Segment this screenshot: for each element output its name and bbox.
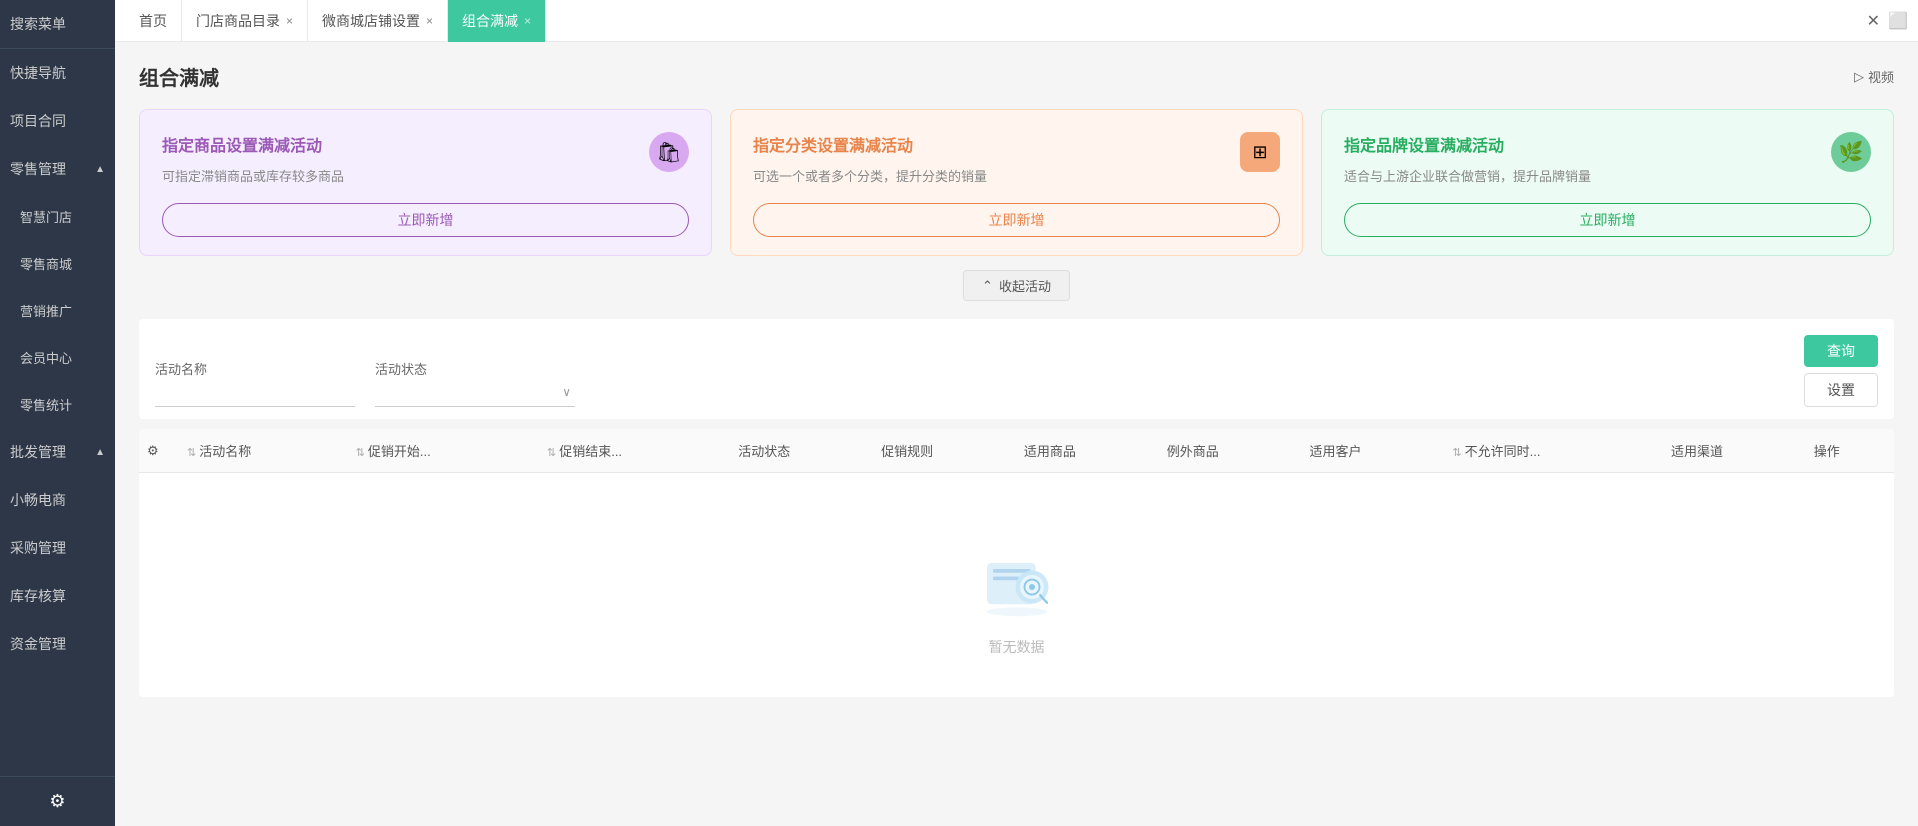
sidebar-item-retail-mall[interactable]: 零售商城: [0, 240, 115, 287]
wholesale-mgmt-arrow: ▲: [95, 447, 105, 458]
sidebar-item-quick-nav[interactable]: 快捷导航: [0, 49, 115, 97]
th-activity-name[interactable]: 活动名称: [179, 429, 348, 473]
sidebar-item-member-center[interactable]: 会员中心: [0, 334, 115, 381]
th-settings[interactable]: ⚙: [139, 429, 179, 473]
card-orange-btn[interactable]: 立即新增: [753, 203, 1280, 237]
card-specify-brand: 🌿 指定品牌设置满减活动 适合与上游企业联合做营销，提升品牌销量 立即新增: [1321, 109, 1894, 256]
th-promo-end[interactable]: 促销结束...: [539, 429, 730, 473]
card-leaf-icon: 🌿: [1831, 132, 1871, 172]
tab-combo-discount[interactable]: 组合满减 ×: [448, 0, 546, 42]
card-green-desc: 适合与上游企业联合做营销，提升品牌销量: [1344, 166, 1871, 185]
collapse-bar: ⌃ 收起活动: [139, 270, 1894, 301]
tab-close-wechat-shop-settings[interactable]: ×: [426, 14, 433, 28]
th-promo-start[interactable]: 促销开始...: [348, 429, 539, 473]
sidebar-item-retail-mgmt[interactable]: 零售管理 ▲: [0, 145, 115, 193]
card-green-title: 指定品牌设置满减活动: [1344, 132, 1871, 156]
sidebar-item-finance-mgmt[interactable]: 资金管理: [0, 620, 115, 668]
sidebar-item-marketing[interactable]: 营销推广: [0, 287, 115, 334]
main-area: 首页 门店商品目录 × 微商城店铺设置 × 组合满减 × ✕ ⬜ 组合满减 ▷ …: [115, 0, 1918, 826]
content-area: 组合满减 ▷ 视频 🛍 指定商品设置满减活动 可指定滞销商品或库存较多商品 立即…: [115, 42, 1918, 826]
th-applicable-channel: 适用渠道: [1663, 429, 1806, 473]
card-purple-title: 指定商品设置满减活动: [162, 132, 689, 156]
sidebar-bottom: ⚙: [0, 776, 115, 826]
collapse-activity-btn[interactable]: ⌃ 收起活动: [963, 270, 1070, 301]
th-no-concurrent[interactable]: 不允许同时...: [1444, 429, 1663, 473]
empty-text: 暂无数据: [989, 637, 1045, 657]
card-grid-icon: ⊞: [1240, 132, 1280, 172]
data-table: ⚙ 活动名称 促销开始... 促销结束... 活动状态 促销规则 适用商品 例外…: [139, 429, 1894, 473]
close-window-btn[interactable]: ✕: [1867, 11, 1880, 31]
sidebar-search[interactable]: 搜索菜单: [0, 0, 115, 49]
tab-wechat-shop-settings[interactable]: 微商城店铺设置 ×: [308, 0, 448, 42]
card-orange-title: 指定分类设置满减活动: [753, 132, 1280, 156]
sidebar-item-project-contract[interactable]: 项目合同: [0, 97, 115, 145]
sidebar-item-xiaochang-ecom[interactable]: 小畅电商: [0, 476, 115, 524]
maximize-window-btn[interactable]: ⬜: [1888, 11, 1908, 31]
card-specify-product: 🛍 指定商品设置满减活动 可指定滞销商品或库存较多商品 立即新增: [139, 109, 712, 256]
page-title: 组合满减: [139, 62, 219, 91]
activity-status-field: 活动状态 进行中 已结束 未开始 ∨: [375, 359, 575, 407]
tab-bar-actions: ✕ ⬜: [1867, 11, 1908, 31]
empty-state: 暂无数据: [139, 473, 1894, 697]
tab-home[interactable]: 首页: [125, 0, 182, 42]
card-purple-desc: 可指定滞销商品或库存较多商品: [162, 166, 689, 185]
empty-illustration: [972, 533, 1062, 623]
th-applicable-product: 适用商品: [1016, 429, 1159, 473]
tab-store-catalog[interactable]: 门店商品目录 ×: [182, 0, 308, 42]
settings-icon[interactable]: ⚙: [49, 791, 65, 812]
cards-row: 🛍 指定商品设置满减活动 可指定滞销商品或库存较多商品 立即新增 ⊞ 指定分类设…: [139, 109, 1894, 256]
video-link[interactable]: ▷ 视频: [1854, 67, 1894, 86]
tab-close-combo-discount[interactable]: ×: [524, 14, 531, 28]
activity-status-label: 活动状态: [375, 359, 575, 378]
card-green-btn[interactable]: 立即新增: [1344, 203, 1871, 237]
card-orange-desc: 可选一个或者多个分类，提升分类的销量: [753, 166, 1280, 185]
activity-name-input[interactable]: [155, 382, 355, 407]
sidebar-item-wholesale-mgmt[interactable]: 批发管理 ▲: [0, 428, 115, 476]
th-activity-status: 活动状态: [730, 429, 873, 473]
sidebar-item-inventory-check[interactable]: 库存核算: [0, 572, 115, 620]
tab-close-store-catalog[interactable]: ×: [286, 14, 293, 28]
settings-button[interactable]: 设置: [1804, 373, 1878, 407]
sidebar-item-smart-store[interactable]: 智慧门店: [0, 193, 115, 240]
sidebar: 搜索菜单 快捷导航 项目合同 零售管理 ▲ 智慧门店 零售商城 营销推广 会员中…: [0, 0, 115, 826]
tab-bar: 首页 门店商品目录 × 微商城店铺设置 × 组合满减 × ✕ ⬜: [115, 0, 1918, 42]
collapse-icon: ⌃: [982, 278, 993, 294]
card-purple-btn[interactable]: 立即新增: [162, 203, 689, 237]
card-bag-icon: 🛍: [649, 132, 689, 172]
sidebar-item-purchase-mgmt[interactable]: 采购管理: [0, 524, 115, 572]
activity-name-label: 活动名称: [155, 359, 355, 378]
data-table-wrap: ⚙ 活动名称 促销开始... 促销结束... 活动状态 促销规则 适用商品 例外…: [139, 429, 1894, 697]
play-icon: ▷: [1854, 69, 1864, 85]
search-actions: 查询 设置: [1804, 335, 1878, 407]
th-operation: 操作: [1806, 429, 1894, 473]
page-header: 组合满减 ▷ 视频: [139, 62, 1894, 91]
query-button[interactable]: 查询: [1804, 335, 1878, 367]
activity-status-select[interactable]: 进行中 已结束 未开始: [375, 382, 575, 407]
th-promo-rule: 促销规则: [873, 429, 1016, 473]
card-specify-category: ⊞ 指定分类设置满减活动 可选一个或者多个分类，提升分类的销量 立即新增: [730, 109, 1303, 256]
table-header-row: ⚙ 活动名称 促销开始... 促销结束... 活动状态 促销规则 适用商品 例外…: [139, 429, 1894, 473]
search-bar: 活动名称 活动状态 进行中 已结束 未开始 ∨ 查询 设置: [139, 319, 1894, 419]
sidebar-item-retail-stats[interactable]: 零售统计: [0, 381, 115, 428]
retail-mgmt-arrow: ▲: [95, 164, 105, 175]
th-applicable-customer: 适用客户: [1302, 429, 1445, 473]
th-exception-product: 例外商品: [1159, 429, 1302, 473]
activity-name-field: 活动名称: [155, 359, 355, 407]
